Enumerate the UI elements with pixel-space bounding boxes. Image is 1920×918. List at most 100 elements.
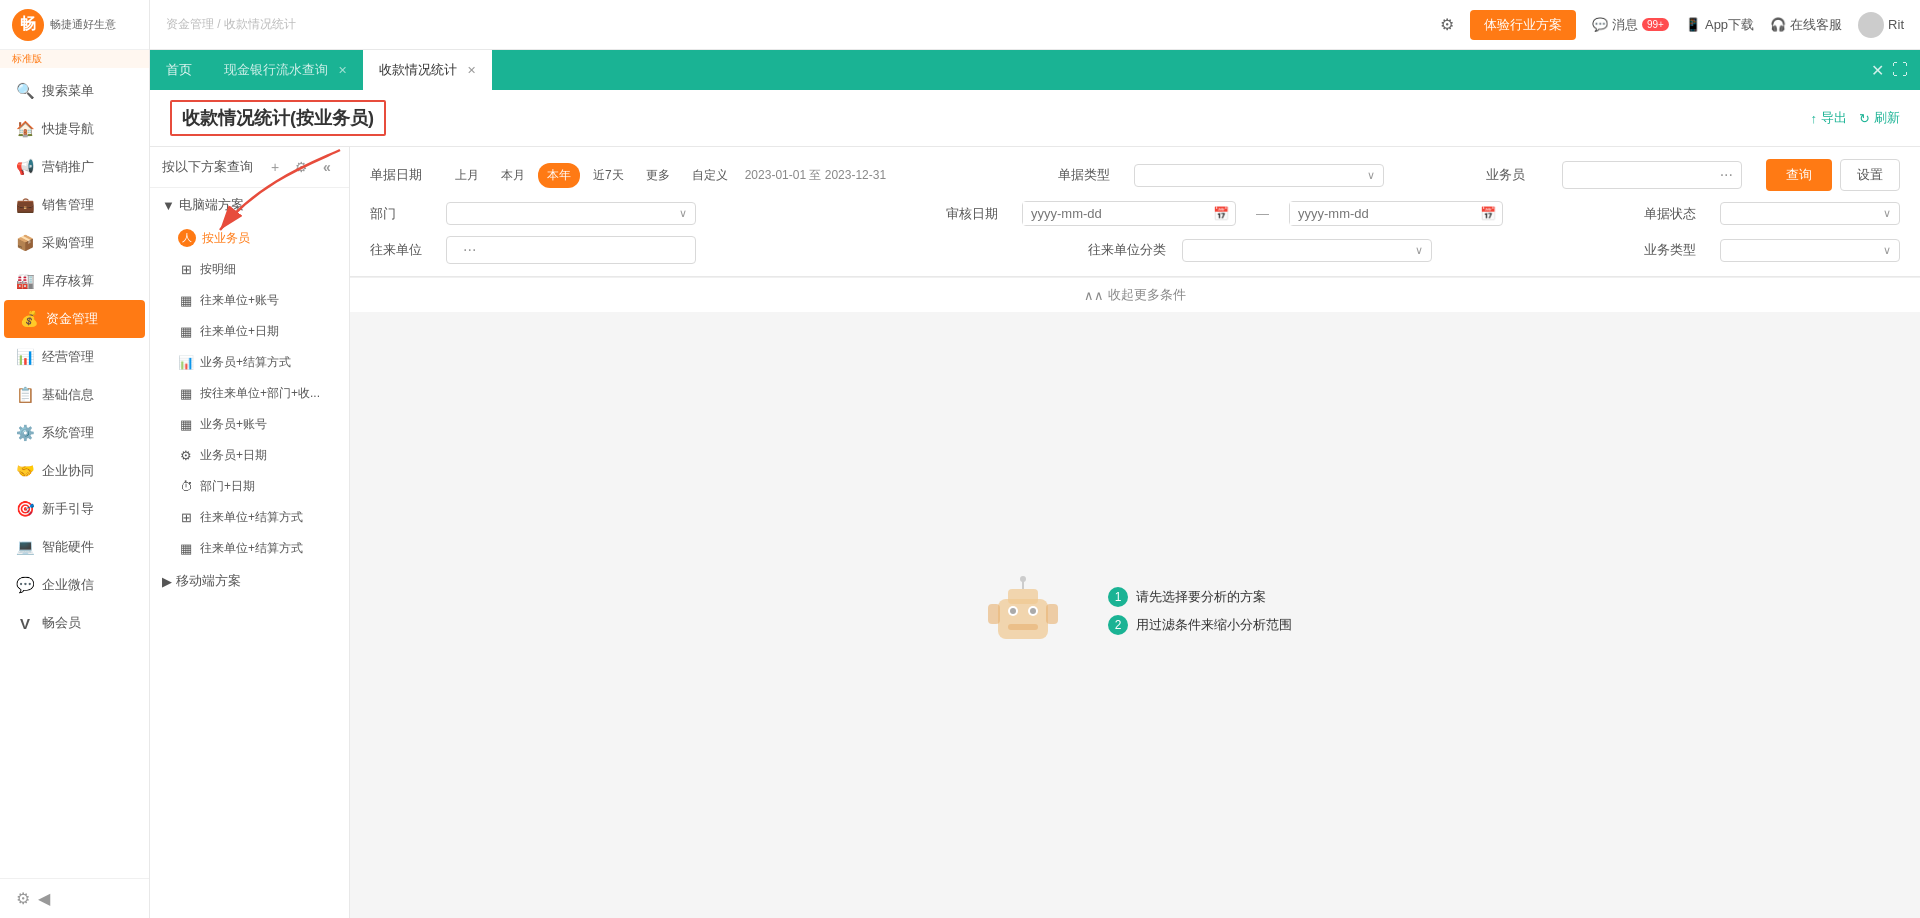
sidebar-item-member-label: 畅会员 — [42, 614, 81, 632]
scheme-item-by-unit-date[interactable]: ▦ 往来单位+日期 — [150, 316, 349, 347]
date-btn-this-year[interactable]: 本年 — [538, 163, 580, 188]
export-btn[interactable]: ↑ 导出 — [1811, 109, 1848, 127]
tabbar-right: ✕ ⛶ — [1871, 61, 1920, 80]
scheme-settings-btn[interactable]: ⚙ — [291, 157, 311, 177]
scheme-item-by-unit-settlement3[interactable]: ▦ 往来单位+结算方式 — [150, 533, 349, 564]
collapse-label: 收起更多条件 — [1108, 286, 1186, 304]
refresh-btn[interactable]: ↻ 刷新 — [1859, 109, 1900, 127]
sidebar-item-warehouse[interactable]: 🏭 库存核算 — [0, 262, 149, 300]
tab-collection-stat[interactable]: 收款情况统计 ✕ — [363, 50, 492, 90]
collapse-more-bar[interactable]: ∧∧ 收起更多条件 — [350, 277, 1920, 312]
home-icon: 🏠 — [16, 120, 34, 138]
sidebar-item-sales[interactable]: 💼 销售管理 — [0, 186, 149, 224]
date-btn-this-month[interactable]: 本月 — [492, 163, 534, 188]
doc-status-select[interactable]: ∨ — [1720, 202, 1900, 225]
panel-collapse-btn[interactable]: « — [317, 157, 337, 177]
left-panel: 按以下方案查询 + ⚙ « ▼ 电脑端方案 人 — [150, 147, 350, 918]
sidebar-item-marketing[interactable]: 📢 营销推广 — [0, 148, 149, 186]
review-date-from-input[interactable] — [1023, 202, 1207, 225]
tab-maximize-btn[interactable]: ⛶ — [1892, 61, 1908, 79]
tip-text-1: 请先选择要分析的方案 — [1136, 588, 1266, 606]
scheme-item-by-unit-account[interactable]: ▦ 往来单位+账号 — [150, 285, 349, 316]
review-date-from-calendar-icon[interactable]: 📅 — [1207, 206, 1235, 221]
staff-more-icon[interactable]: ··· — [1720, 166, 1733, 184]
scheme-item-by-dept-date[interactable]: ⏱ 部门+日期 — [150, 471, 349, 502]
desktop-scheme-header[interactable]: ▼ 电脑端方案 — [150, 188, 349, 222]
user-icon — [1858, 12, 1884, 38]
gear-settings-btn[interactable]: ⚙ — [1440, 15, 1454, 34]
by-staff-date-icon: ⚙ — [178, 448, 194, 464]
dept-select[interactable]: ∨ — [446, 202, 696, 225]
collapse-chevron-icon: ∧∧ — [1084, 288, 1104, 303]
sidebar-item-finance[interactable]: 💰 资金管理 — [4, 300, 145, 338]
sidebar-item-system[interactable]: ⚙️ 系统管理 — [0, 414, 149, 452]
by-unit-date-icon: ▦ — [178, 324, 194, 340]
review-date-to-input[interactable] — [1290, 202, 1474, 225]
partner-select[interactable]: ··· — [446, 236, 696, 264]
page-header-actions: ↑ 导出 ↻ 刷新 — [1811, 109, 1901, 127]
sidebar-item-enterprise[interactable]: 🤝 企业协同 — [0, 452, 149, 490]
user-profile-btn[interactable]: Rit — [1858, 12, 1904, 38]
add-scheme-btn[interactable]: + — [265, 157, 285, 177]
by-dept-date-icon: ⏱ — [178, 479, 194, 495]
biz-type-select[interactable]: ∨ — [1720, 239, 1900, 262]
trial-plan-btn[interactable]: 体验行业方案 — [1470, 10, 1576, 40]
messages-btn[interactable]: 💬 消息 99+ — [1592, 16, 1669, 34]
scheme-item-by-staff-account[interactable]: ▦ 业务员+账号 — [150, 409, 349, 440]
date-range-text: 2023-01-01 至 2023-12-31 — [745, 167, 886, 184]
desktop-scheme-section: ▼ 电脑端方案 人 按业务员 ⊞ 按明细 ▦ 往来单位+账号 — [150, 188, 349, 564]
date-btn-custom[interactable]: 自定义 — [683, 163, 737, 188]
tip-item-2: 2 用过滤条件来缩小分析范围 — [1108, 615, 1292, 635]
tab-home[interactable]: 首页 — [150, 50, 208, 90]
review-date-to-calendar-icon[interactable]: 📅 — [1474, 206, 1502, 221]
tabbar: 首页 现金银行流水查询 ✕ 收款情况统计 ✕ ✕ ⛶ — [150, 50, 1920, 90]
biz-type-arrow-icon: ∨ — [1883, 244, 1891, 257]
scheme-item-by-staff-date[interactable]: ⚙ 业务员+日期 — [150, 440, 349, 471]
sidebar-item-purchase[interactable]: 📦 采购管理 — [0, 224, 149, 262]
tab-bank-flow-close[interactable]: ✕ — [338, 64, 347, 77]
mobile-scheme-header[interactable]: ▶ 移动端方案 — [150, 564, 349, 598]
tab-bank-flow[interactable]: 现金银行流水查询 ✕ — [208, 50, 363, 90]
sidebar-item-basic[interactable]: 📋 基础信息 — [0, 376, 149, 414]
by-staff-label: 按业务员 — [202, 230, 250, 247]
date-btn-7days[interactable]: 近7天 — [584, 163, 633, 188]
sidebar-settings-btn[interactable]: ⚙ — [16, 889, 30, 908]
purchase-icon: 📦 — [16, 234, 34, 252]
sidebar-item-operation[interactable]: 📊 经营管理 — [0, 338, 149, 376]
query-btn[interactable]: 查询 — [1766, 159, 1832, 191]
sidebar-item-member[interactable]: V 畅会员 — [0, 604, 149, 642]
doc-type-arrow-icon: ∨ — [1367, 169, 1375, 182]
enterprise-icon: 🤝 — [16, 462, 34, 480]
partner-more-btn[interactable]: ··· — [459, 241, 480, 259]
empty-tips: 1 请先选择要分析的方案 2 用过滤条件来缩小分析范围 — [1108, 587, 1292, 643]
by-unit-settlement2-icon: ⊞ — [178, 510, 194, 526]
sidebar-item-hardware[interactable]: 💻 智能硬件 — [0, 528, 149, 566]
date-btn-more[interactable]: 更多 — [637, 163, 679, 188]
date-btn-last-month[interactable]: 上月 — [446, 163, 488, 188]
online-service-btn[interactable]: 🎧 在线客服 — [1770, 16, 1842, 34]
partner-category-select[interactable]: ∨ — [1182, 239, 1432, 262]
by-unit-dept-icon: ▦ — [178, 386, 194, 402]
sidebar-collapse-btn[interactable]: ◀ — [38, 889, 50, 908]
scheme-item-by-unit-dept[interactable]: ▦ 按往来单位+部门+收... — [150, 378, 349, 409]
staff-select[interactable]: ··· — [1562, 161, 1742, 189]
scheme-item-by-staff-settlement[interactable]: 📊 业务员+结算方式 — [150, 347, 349, 378]
tip-num-1: 1 — [1108, 587, 1128, 607]
app-download-btn[interactable]: 📱 App下载 — [1685, 16, 1754, 34]
by-unit-dept-label: 按往来单位+部门+收... — [200, 385, 320, 402]
tab-collection-stat-close[interactable]: ✕ — [467, 64, 476, 77]
sidebar-item-guide[interactable]: 🎯 新手引导 — [0, 490, 149, 528]
sidebar-item-quicknav[interactable]: 🏠 快捷导航 — [0, 110, 149, 148]
sidebar-item-search[interactable]: 🔍 搜索菜单 — [0, 72, 149, 110]
scheme-item-by-unit-settlement2[interactable]: ⊞ 往来单位+结算方式 — [150, 502, 349, 533]
scheme-item-by-staff[interactable]: 人 按业务员 — [150, 222, 349, 254]
settings-filter-btn[interactable]: 设置 — [1840, 159, 1900, 191]
left-panel-header: 按以下方案查询 + ⚙ « — [150, 147, 349, 188]
scheme-item-by-detail[interactable]: ⊞ 按明细 — [150, 254, 349, 285]
refresh-icon: ↻ — [1859, 111, 1870, 126]
tab-close-all-btn[interactable]: ✕ — [1871, 61, 1884, 80]
filter-bar: 单据日期 上月 本月 本年 近7天 更多 自定义 2023-01-01 至 20… — [350, 147, 1920, 277]
svg-rect-1 — [1008, 589, 1038, 604]
doc-type-select[interactable]: ∨ — [1134, 164, 1384, 187]
sidebar-item-wechat[interactable]: 💬 企业微信 — [0, 566, 149, 604]
